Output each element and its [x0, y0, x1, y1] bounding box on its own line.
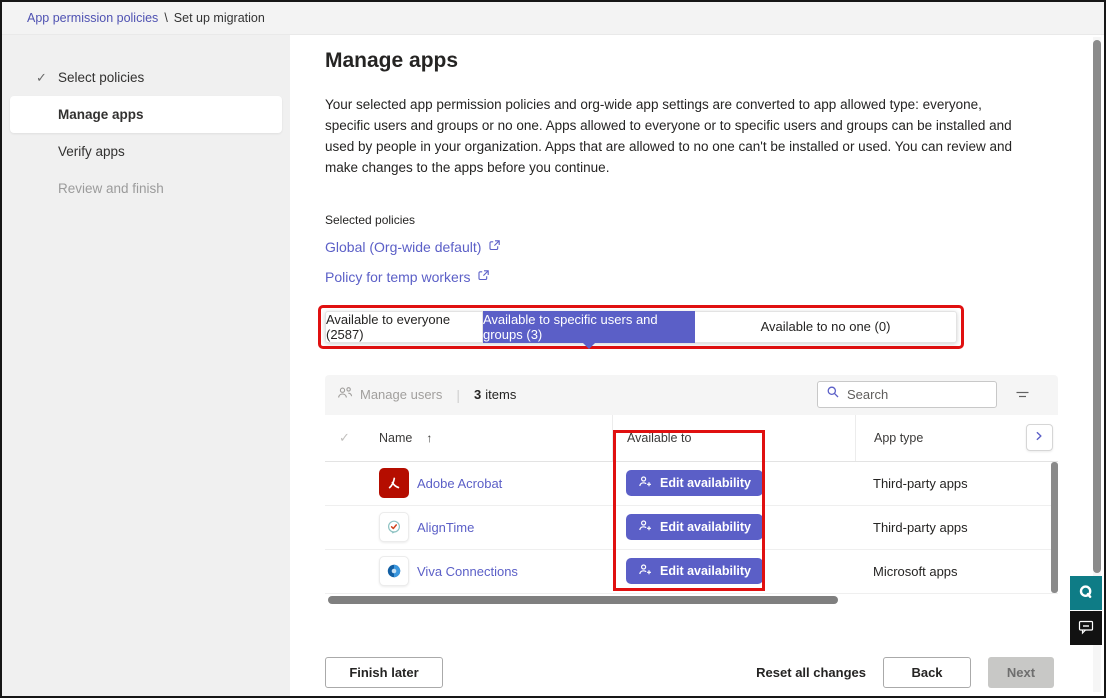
breadcrumb: App permission policies \ Set up migrati… [2, 2, 1104, 35]
app-window: App permission policies \ Set up migrati… [0, 0, 1106, 698]
table-vertical-scrollbar-thumb[interactable] [1051, 461, 1058, 593]
breadcrumb-separator: \ [164, 11, 168, 25]
breadcrumb-link-app-permission-policies[interactable]: App permission policies [27, 11, 158, 25]
sidebar-item-review-and-finish: Review and finish [10, 170, 282, 207]
policy-link-label: Policy for temp workers [325, 268, 471, 285]
table-toolbar: Manage users | 3 items [325, 374, 1058, 415]
manage-users-button[interactable]: Manage users [337, 386, 442, 403]
app-link-viva-connections[interactable]: Viva Connections [417, 564, 518, 579]
policy-link-label: Global (Org-wide default) [325, 238, 482, 255]
annotation-box-tabs: Available to everyone (2587) Available t… [318, 304, 964, 349]
breadcrumb-current: Set up migration [173, 11, 265, 25]
chevron-right-icon [1033, 430, 1045, 445]
availability-tabs: Available to everyone (2587) Available t… [325, 310, 957, 349]
column-header-available-to[interactable]: Available to [612, 414, 855, 461]
scroll-columns-right-button[interactable] [1025, 424, 1053, 452]
adobe-acrobat-icon [379, 468, 409, 499]
wizard-sidebar: ✓ Select policies Manage apps Verify app… [2, 35, 290, 696]
manage-users-label: Manage users [360, 387, 443, 403]
support-widget-button[interactable] [1070, 576, 1102, 610]
apps-table: Manage users | 3 items Search ✓ Name ↑ A… [325, 374, 1058, 607]
viva-connections-icon [379, 556, 409, 587]
app-type-cell: Third-party apps [873, 475, 968, 491]
items-count: 3 items [474, 387, 517, 403]
edit-availability-button[interactable]: Edit availability [626, 470, 764, 497]
edit-availability-button[interactable]: Edit availability [626, 558, 764, 585]
back-button[interactable]: Back [883, 656, 971, 688]
people-icon [337, 386, 353, 403]
horizontal-scrollbar-thumb[interactable] [328, 596, 838, 605]
tab-available-to-specific-users[interactable]: Available to specific users and groups (… [483, 310, 695, 349]
external-link-icon [477, 269, 490, 285]
horizontal-scrollbar [325, 593, 1058, 607]
check-icon: ✓ [339, 429, 350, 445]
sidebar-item-verify-apps[interactable]: Verify apps [10, 133, 282, 170]
app-link-adobe-acrobat[interactable]: Adobe Acrobat [417, 476, 502, 491]
search-box [817, 381, 997, 409]
sidebar-item-manage-apps[interactable]: Manage apps [10, 96, 282, 133]
sidebar-item-label: Manage apps [58, 107, 144, 122]
person-add-icon [638, 563, 653, 579]
tab-available-to-everyone[interactable]: Available to everyone (2587) [325, 310, 483, 343]
app-type-cell: Microsoft apps [873, 563, 958, 579]
search-icon [826, 385, 840, 404]
feedback-widget-button[interactable] [1070, 611, 1102, 645]
sidebar-item-select-policies[interactable]: ✓ Select policies [10, 59, 282, 96]
policy-link-temp-workers[interactable]: Policy for temp workers [325, 269, 490, 285]
support-q-icon [1077, 583, 1095, 604]
sort-ascending-icon: ↑ [426, 430, 433, 445]
check-icon: ✓ [36, 69, 47, 85]
external-link-icon [488, 239, 501, 255]
finish-later-button[interactable]: Finish later [325, 656, 443, 688]
main-content: Manage apps Your selected app permission… [290, 35, 1104, 696]
person-add-icon [638, 475, 653, 491]
aligntime-icon [379, 512, 409, 543]
page-scrollbar-thumb[interactable] [1093, 40, 1101, 573]
person-add-icon [638, 519, 653, 535]
filter-icon[interactable] [1015, 389, 1030, 400]
sidebar-item-label: Verify apps [58, 144, 125, 159]
search-input[interactable] [847, 387, 988, 403]
app-link-aligntime[interactable]: AlignTime [417, 520, 474, 535]
table-header-row: ✓ Name ↑ Available to App type [325, 414, 1058, 462]
column-header-name[interactable]: Name ↑ [365, 431, 612, 445]
column-header-app-type[interactable]: App type [855, 414, 1020, 461]
reset-all-changes-button[interactable]: Reset all changes [756, 665, 866, 680]
table-row: AlignTime Edit availability Third-party … [325, 505, 1058, 550]
select-all-checkbox[interactable]: ✓ [325, 430, 365, 446]
edit-availability-button[interactable]: Edit availability [626, 514, 764, 541]
toolbar-divider: | [456, 386, 461, 403]
page-title: Manage apps [325, 49, 459, 72]
app-type-cell: Third-party apps [873, 519, 968, 535]
table-row: Adobe Acrobat Edit availability Third-pa… [325, 461, 1058, 506]
sidebar-item-label: Select policies [58, 70, 145, 85]
table-row: Viva Connections Edit availability Micro… [325, 549, 1058, 594]
policy-link-global[interactable]: Global (Org-wide default) [325, 239, 501, 255]
comment-icon [1077, 619, 1095, 638]
wizard-footer: Finish later Reset all changes Back Next [325, 656, 1104, 688]
tab-available-to-no-one[interactable]: Available to no one (0) [695, 310, 957, 343]
selected-policies-label: Selected policies [325, 212, 416, 227]
next-button[interactable]: Next [988, 656, 1054, 688]
sidebar-item-label: Review and finish [58, 181, 164, 196]
page-description: Your selected app permission policies an… [325, 97, 1013, 175]
